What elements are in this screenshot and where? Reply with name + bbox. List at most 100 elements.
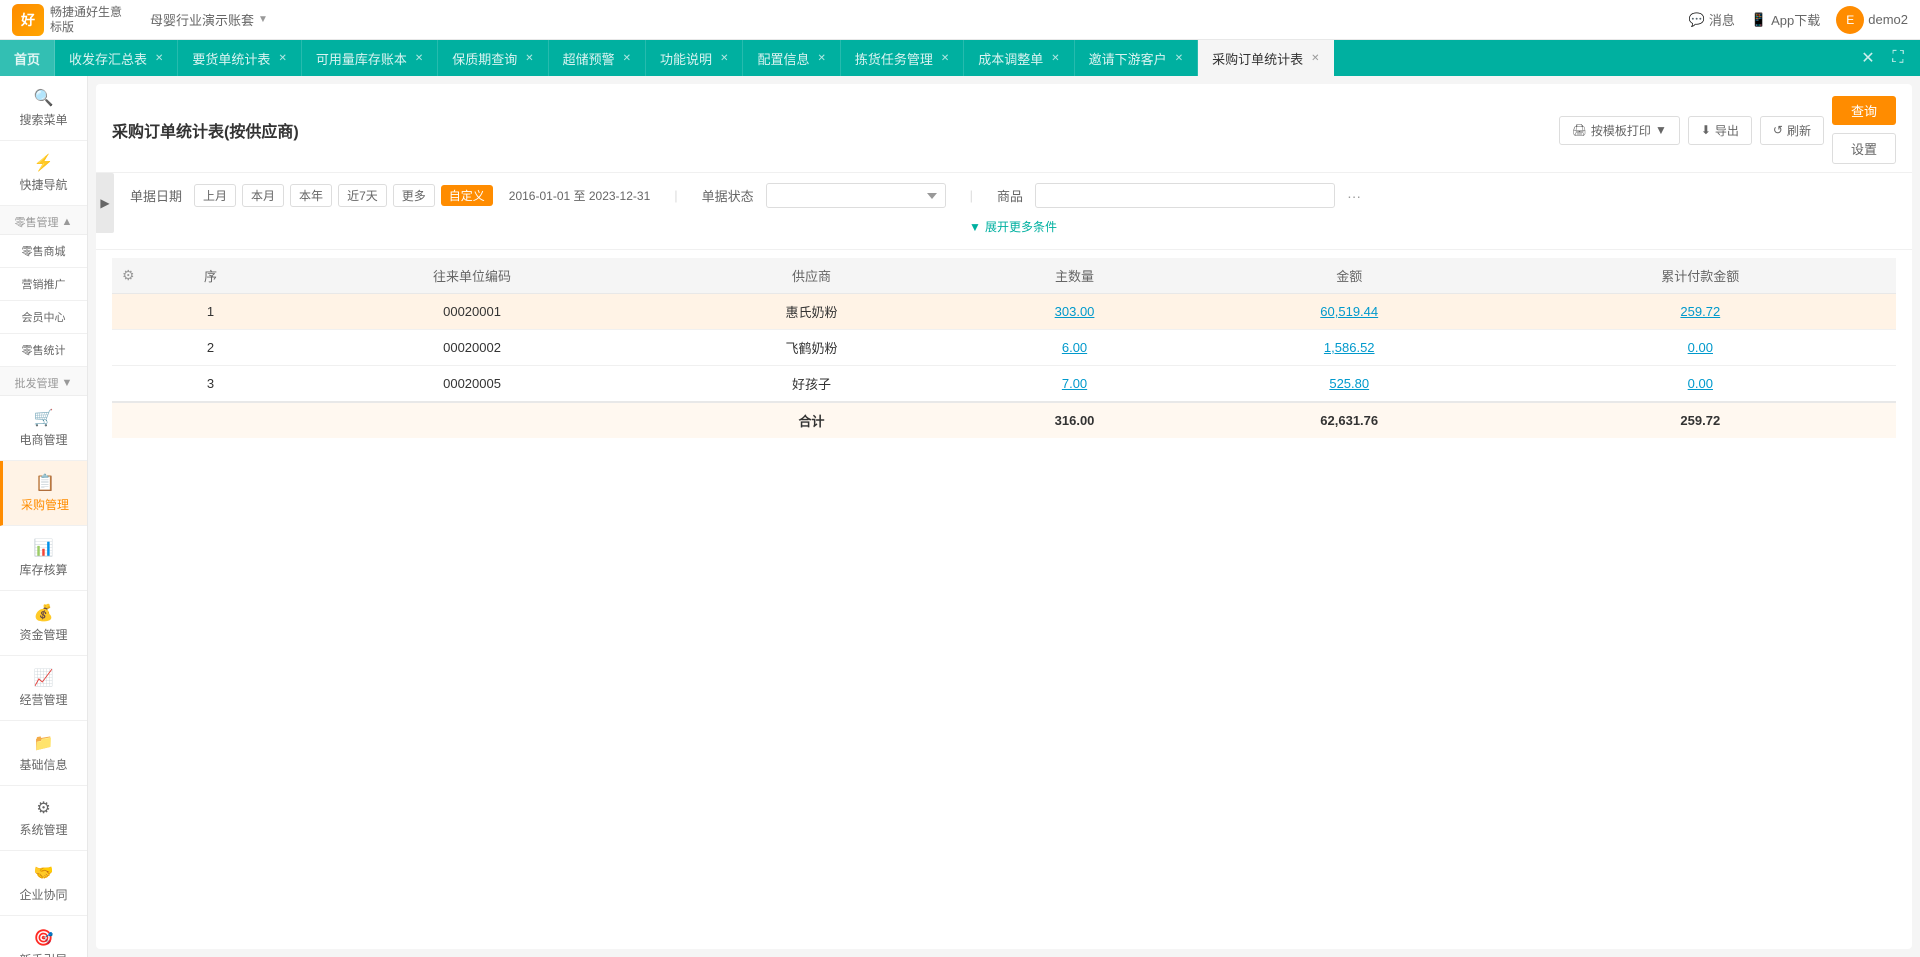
sidebar-item-member[interactable]: 会员中心	[0, 301, 87, 334]
table-row: 2 00020002 飞鹤奶粉 6.00 1,586.52 0.00	[112, 330, 1896, 366]
row2-amount[interactable]: 1,586.52	[1194, 330, 1505, 366]
date-btn-this-year[interactable]: 本年	[290, 184, 332, 207]
print-button[interactable]: 🖨 按模板打印 ▼	[1559, 116, 1680, 145]
sidebar-item-system[interactable]: ⚙ 系统管理	[0, 786, 87, 851]
logo-text: 畅捷通好生意 标版	[50, 5, 122, 34]
row3-paid-amount[interactable]: 0.00	[1505, 366, 1896, 403]
table-header: ⚙ 序 往来单位编码 供应商 主数量 金额 累计付款金额	[112, 258, 1896, 294]
print-arrow-icon: ▼	[1655, 123, 1667, 137]
date-btn-more[interactable]: 更多	[393, 184, 435, 207]
table-settings-icon[interactable]: ⚙	[122, 267, 135, 283]
sidebar-item-operations[interactable]: 📈 经营管理	[0, 656, 87, 721]
app-download-button[interactable]: 📱 App下载	[1751, 10, 1820, 29]
close-tab-pick-task[interactable]: ✕	[941, 53, 949, 64]
custom-badge: 自定义	[441, 185, 493, 206]
sidebar-item-search[interactable]: 🔍 搜索菜单	[0, 76, 87, 141]
sidebar-item-retail-stats[interactable]: 零售统计	[0, 334, 87, 367]
row3-main-qty[interactable]: 7.00	[955, 366, 1194, 403]
tab-cost-adjust[interactable]: 成本调整单 ✕	[964, 40, 1074, 76]
col-paid-amount: 累计付款金额	[1505, 258, 1896, 294]
close-all-tabs-button[interactable]: ✕	[1854, 44, 1882, 72]
sidebar-item-inventory[interactable]: 📊 库存核算	[0, 526, 87, 591]
close-tab-function-desc[interactable]: ✕	[720, 53, 728, 64]
tab-config-info[interactable]: 配置信息 ✕	[743, 40, 840, 76]
refresh-button[interactable]: ↺ 刷新	[1760, 116, 1824, 145]
date-btn-this-month[interactable]: 本月	[242, 184, 284, 207]
sidebar-section-wholesale[interactable]: 批发管理 ▼	[0, 367, 87, 396]
query-button[interactable]: 查询	[1832, 96, 1896, 125]
sidebar-item-retail-store[interactable]: 零售商城	[0, 235, 87, 268]
tab-collect-pay[interactable]: 收发存汇总表 ✕	[55, 40, 178, 76]
goods-more-icon[interactable]: ···	[1347, 188, 1361, 204]
row2-settings	[112, 330, 145, 366]
close-tab-invite-downstream[interactable]: ✕	[1175, 53, 1183, 64]
message-button[interactable]: 💬 消息	[1689, 10, 1735, 29]
page-container: 采购订单统计表(按供应商) 🖨 按模板打印 ▼ ⬇ 导出 ↺ 刷新	[96, 84, 1912, 949]
tab-function-desc[interactable]: 功能说明 ✕	[646, 40, 743, 76]
col-no: 序	[145, 258, 277, 294]
sidebar-item-ecommerce[interactable]: 🛒 电商管理	[0, 396, 87, 461]
nav-tabs-end: ✕ ⛶	[1854, 44, 1920, 72]
close-tab-validity-query[interactable]: ✕	[525, 53, 533, 64]
close-tab-collect-pay[interactable]: ✕	[155, 53, 163, 64]
enterprise-icon: 🤝	[0, 863, 87, 883]
tab-order-stats[interactable]: 要货单统计表 ✕	[178, 40, 301, 76]
row3-no: 3	[145, 366, 277, 403]
wholesale-arrow-icon: ▼	[62, 377, 73, 389]
row2-main-qty[interactable]: 6.00	[955, 330, 1194, 366]
close-tab-purchase-order-stats[interactable]: ✕	[1311, 53, 1319, 64]
tab-purchase-order-stats[interactable]: 采购订单统计表 ✕	[1198, 40, 1334, 76]
tab-available-stock[interactable]: 可用量库存账本 ✕	[302, 40, 438, 76]
close-tab-cost-adjust[interactable]: ✕	[1051, 53, 1059, 64]
status-label: 单据状态	[702, 186, 754, 205]
expand-more-button[interactable]: ▼ 展开更多条件	[969, 218, 1057, 235]
close-tab-order-stats[interactable]: ✕	[278, 53, 286, 64]
row1-main-qty[interactable]: 303.00	[955, 294, 1194, 330]
row1-paid-amount[interactable]: 259.72	[1505, 294, 1896, 330]
footer-label: 合计	[668, 402, 956, 438]
sidebar-item-basic-info[interactable]: 📁 基础信息	[0, 721, 87, 786]
tab-home[interactable]: 首页	[0, 40, 55, 76]
row3-amount[interactable]: 525.80	[1194, 366, 1505, 403]
date-btn-7days[interactable]: 近7天	[338, 184, 387, 207]
filter-area: ▶ 单据日期 上月 本月 本年 近7天 更多 自定义	[96, 173, 1912, 250]
row1-amount[interactable]: 60,519.44	[1194, 294, 1505, 330]
tab-invite-downstream[interactable]: 邀请下游客户 ✕	[1075, 40, 1198, 76]
workspace-selector[interactable]: 母婴行业演示账套 ▼	[150, 10, 268, 29]
close-tab-config-info[interactable]: ✕	[817, 53, 825, 64]
row1-no: 1	[145, 294, 277, 330]
close-tab-available-stock[interactable]: ✕	[415, 53, 423, 64]
filter-toggle-button[interactable]: ▶	[96, 173, 114, 233]
export-button[interactable]: ⬇ 导出	[1688, 116, 1752, 145]
tab-pick-task[interactable]: 拣货任务管理 ✕	[841, 40, 964, 76]
settings-button[interactable]: 设置	[1832, 133, 1896, 164]
maximize-button[interactable]: ⛶	[1884, 44, 1912, 72]
logo-area: 好 畅捷通好生意 标版	[12, 4, 122, 36]
sidebar-section-retail[interactable]: 零售管理 ▲	[0, 206, 87, 235]
status-select[interactable]	[766, 183, 946, 208]
tab-overstock-warning[interactable]: 超储预警 ✕	[549, 40, 646, 76]
row2-no: 2	[145, 330, 277, 366]
filter-divider-2: |	[970, 188, 973, 203]
sidebar-item-finance[interactable]: 💰 资金管理	[0, 591, 87, 656]
sidebar-item-new-guide[interactable]: 🎯 新手引导	[0, 916, 87, 957]
footer-paid-amount: 259.72	[1505, 402, 1896, 438]
row2-paid-amount[interactable]: 0.00	[1505, 330, 1896, 366]
top-bar: 好 畅捷通好生意 标版 母婴行业演示账套 ▼ 💬 消息 📱 App下载 E de…	[0, 0, 1920, 40]
user-area[interactable]: E demo2	[1836, 6, 1908, 34]
col-main-qty: 主数量	[955, 258, 1194, 294]
table-area: ⚙ 序 往来单位编码 供应商 主数量 金额 累计付款金额	[96, 250, 1912, 454]
date-range-text: 2016-01-01 至 2023-12-31	[509, 187, 650, 204]
col-amount: 金额	[1194, 258, 1505, 294]
sidebar-item-marketing[interactable]: 营销推广	[0, 268, 87, 301]
sidebar-item-enterprise[interactable]: 🤝 企业协同	[0, 851, 87, 916]
workspace-arrow-icon: ▼	[258, 14, 268, 25]
page-actions: 🖨 按模板打印 ▼ ⬇ 导出 ↺ 刷新 查询	[1559, 96, 1896, 164]
sidebar-item-purchase[interactable]: 📋 采购管理	[0, 461, 87, 526]
sidebar-item-quick-nav[interactable]: ⚡ 快捷导航	[0, 141, 87, 206]
tab-validity-query[interactable]: 保质期查询 ✕	[438, 40, 548, 76]
date-btn-last-month[interactable]: 上月	[194, 184, 236, 207]
close-tab-overstock-warning[interactable]: ✕	[623, 53, 631, 64]
goods-input[interactable]	[1035, 183, 1335, 208]
table-row: 1 00020001 惠氏奶粉 303.00 60,519.44 259.72	[112, 294, 1896, 330]
